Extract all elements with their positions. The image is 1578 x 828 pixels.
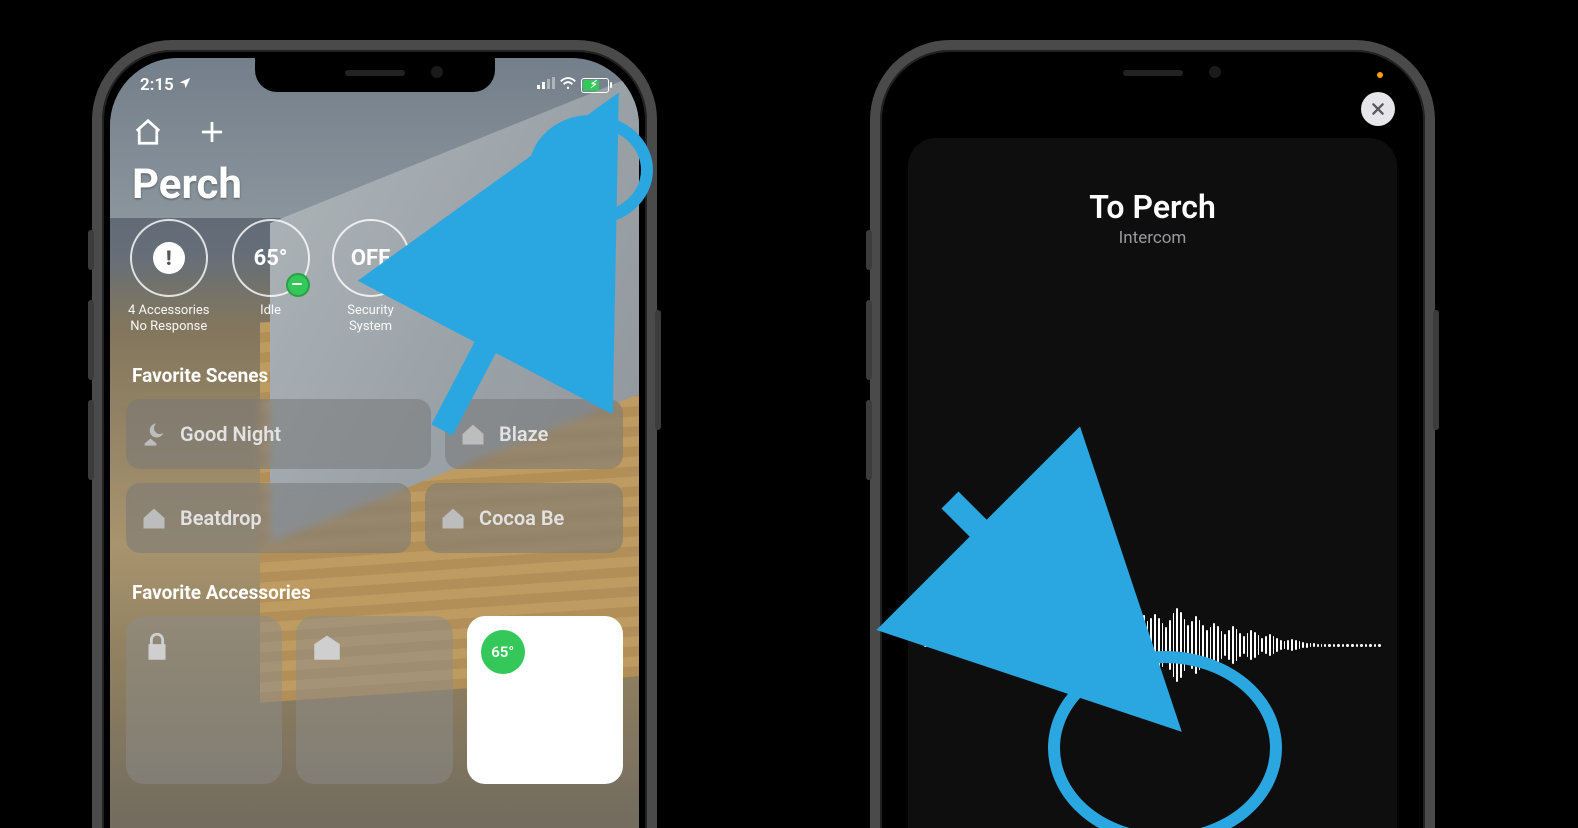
- mic-indicator-icon: [1377, 72, 1383, 78]
- close-button[interactable]: [1361, 92, 1395, 126]
- screen-intercom-sheet: To Perch Intercom Done: [888, 58, 1417, 828]
- home-status-row: ! 4 Accessories No Response 65° Idle OFF…: [128, 219, 621, 336]
- home-icon[interactable]: [130, 114, 166, 150]
- house-icon: [439, 504, 467, 532]
- accessory-garage[interactable]: [296, 616, 452, 784]
- status-time: 2:15: [140, 75, 174, 95]
- temperature-badge: 65°: [481, 630, 525, 674]
- status-chip-climate[interactable]: 65° Idle: [232, 219, 310, 336]
- scene-good-night[interactable]: Good Night: [126, 399, 431, 469]
- home-name-title: Perch: [132, 160, 617, 209]
- section-favorite-accessories: Favorite Accessories: [132, 581, 617, 604]
- intercom-button[interactable]: [581, 114, 619, 152]
- house-icon: [459, 420, 487, 448]
- audio-waveform: [924, 585, 1381, 705]
- accessory-thermostat[interactable]: 65°: [467, 616, 623, 784]
- iphone-frame-left: 2:15 ⚡︎: [92, 40, 657, 828]
- intercom-subtitle: Intercom: [908, 228, 1397, 248]
- lock-icon: [140, 630, 174, 668]
- cellular-icon: [537, 77, 555, 93]
- garage-icon: [310, 630, 344, 668]
- status-chip-security[interactable]: OFF Security System: [332, 219, 410, 336]
- status-chip-alert[interactable]: ! 4 Accessories No Response: [128, 219, 210, 336]
- home-toolbar: [110, 108, 639, 156]
- status-bar: 2:15 ⚡︎: [110, 70, 639, 100]
- alert-icon: !: [153, 242, 185, 274]
- wifi-icon: [559, 77, 577, 94]
- scene-cocoa[interactable]: Cocoa Be: [425, 483, 623, 553]
- moon-house-icon: [140, 420, 168, 448]
- house-icon: [140, 504, 168, 532]
- battery-icon: ⚡︎: [581, 78, 609, 93]
- status-indicator-icon: [286, 273, 310, 297]
- accessory-lock[interactable]: [126, 616, 282, 784]
- screen-home-app: 2:15 ⚡︎: [110, 58, 639, 828]
- add-button[interactable]: [194, 114, 230, 150]
- location-icon: [178, 75, 192, 95]
- intercom-title: To Perch: [908, 188, 1397, 226]
- section-favorite-scenes: Favorite Scenes: [132, 364, 617, 387]
- scene-beatdrop[interactable]: Beatdrop: [126, 483, 411, 553]
- iphone-frame-right: To Perch Intercom Done: [870, 40, 1435, 828]
- scene-blaze[interactable]: Blaze: [445, 399, 623, 469]
- notch: [1033, 58, 1273, 92]
- tutorial-composite: 2:15 ⚡︎: [0, 0, 1578, 828]
- intercom-sheet: To Perch Intercom Done: [908, 138, 1397, 828]
